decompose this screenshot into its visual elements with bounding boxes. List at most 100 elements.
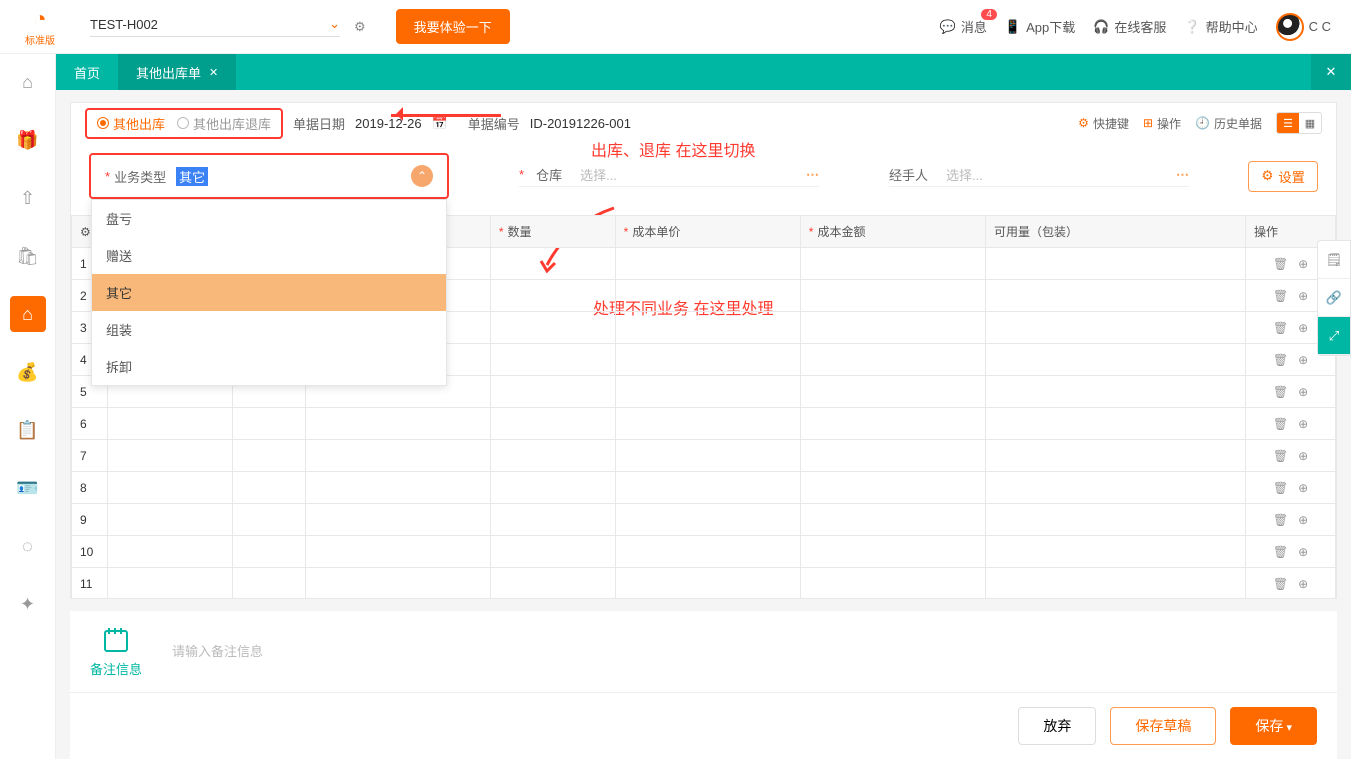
gear-icon[interactable]: ⚙ [354, 19, 366, 35]
footer-actions: 放弃 保存草稿 保存 [70, 692, 1337, 759]
right-rail-expand[interactable]: ⤢ [1318, 317, 1350, 355]
table-row[interactable]: 6🗑⊕ [72, 408, 1336, 440]
warehouse-placeholder: 选择... [580, 165, 798, 184]
warehouse-field[interactable]: * 仓库 选择... ⋯ [519, 165, 819, 187]
help-link[interactable]: ❔ 帮助中心 [1184, 17, 1257, 36]
support-link[interactable]: 🎧 在线客服 [1093, 17, 1166, 36]
delete-icon[interactable]: 🗑 [1273, 481, 1288, 495]
remarks-input[interactable] [172, 644, 1317, 659]
table-row[interactable]: 7🗑⊕ [72, 440, 1336, 472]
radio-dot-icon [177, 117, 189, 129]
notes-icon [101, 625, 131, 655]
hotkey-link[interactable]: ⚙快捷键 [1078, 115, 1129, 132]
save-draft-button[interactable]: 保存草稿 [1110, 707, 1216, 745]
rail-new[interactable]: ✦ [10, 586, 46, 622]
row-index: 8 [72, 472, 108, 504]
delete-icon[interactable]: 🗑 [1273, 289, 1288, 303]
dropdown-item[interactable]: 盘亏 [92, 200, 446, 237]
row-index: 10 [72, 536, 108, 568]
right-rail-link[interactable]: 🔗 [1318, 279, 1350, 317]
dropdown-item[interactable]: 拆卸 [92, 348, 446, 385]
view-list-icon[interactable]: ☰ [1277, 113, 1299, 133]
rail-warehouse[interactable]: ⌂ [10, 296, 46, 332]
add-row-icon[interactable]: ⊕ [1298, 481, 1308, 495]
toolbar-right: ⚙快捷键 ⊞操作 🕘历史单据 ☰ ▦ [1078, 112, 1322, 134]
delete-icon[interactable]: 🗑 [1273, 353, 1288, 367]
tab-close-icon[interactable]: ✕ [209, 66, 218, 79]
handler-field[interactable]: 经手人 选择... ⋯ [889, 165, 1189, 187]
biztype-label: 业务类型 [114, 167, 166, 186]
discard-button[interactable]: 放弃 [1018, 707, 1096, 745]
tenant-select[interactable]: TEST-H002 ⌄ [90, 16, 340, 37]
dropdown-item-selected[interactable]: 其它 [92, 274, 446, 311]
rail-gift[interactable]: 🎁 [10, 122, 46, 158]
add-row-icon[interactable]: ⊕ [1298, 577, 1308, 591]
rail-card[interactable]: 🪪 [10, 470, 46, 506]
add-row-icon[interactable]: ⊕ [1298, 449, 1308, 463]
dropdown-item[interactable]: 组装 [92, 311, 446, 348]
radio-return[interactable]: 其他出库退库 [177, 114, 271, 133]
logo-icon: ◔ [33, 6, 46, 32]
save-button[interactable]: 保存 [1230, 707, 1317, 745]
app-download-link[interactable]: 📱 App下载 [1005, 17, 1075, 36]
biztype-field[interactable]: * 业务类型 其它 ⌃ 盘亏 赠送 其它 组装 拆卸 [89, 153, 449, 199]
th-cost-amount: *成本金额 [800, 216, 985, 248]
biztype-dropdown: 盘亏 赠送 其它 组装 拆卸 [91, 199, 447, 386]
content: 其他出库 其他出库退库 单据日期 2019-12-26 📅 单据编号 ID-20… [56, 90, 1351, 759]
add-row-icon[interactable]: ⊕ [1298, 417, 1308, 431]
tabsbar: 首页 其他出库单 ✕ ✕ [56, 54, 1351, 90]
delete-icon[interactable]: 🗑 [1273, 417, 1288, 431]
table-row[interactable]: 10 🗑 ⊕ [72, 536, 1336, 568]
table-row[interactable]: 8 🗑 ⊕ [72, 472, 1336, 504]
rail-home[interactable]: ⌂ [10, 64, 46, 100]
th-qty: *数量 [490, 216, 615, 248]
table-row[interactable]: 11🗑⊕ [72, 568, 1336, 599]
remarks-label: 备注信息 [90, 659, 142, 678]
tabs-close-all[interactable]: ✕ [1311, 54, 1351, 90]
rail-clipboard[interactable]: 📋 [10, 412, 46, 448]
rail-up[interactable]: ⇧ [10, 180, 46, 216]
view-grid-icon[interactable]: ▦ [1299, 113, 1321, 133]
add-row-icon[interactable]: ⊕ [1298, 321, 1308, 335]
delete-icon[interactable]: 🗑 [1273, 577, 1288, 591]
delete-icon[interactable]: 🗑 [1273, 321, 1288, 335]
rail-money[interactable]: 💰 [10, 354, 46, 390]
view-toggle[interactable]: ☰ ▦ [1276, 112, 1322, 134]
left-rail: ⌂ 🎁 ⇧ 🛍 ⌂ 💰 📋 🪪 ◌ ✦ [0, 54, 56, 759]
chevron-up-icon[interactable]: ⌃ [411, 165, 433, 187]
form-toolbar: 其他出库 其他出库退库 单据日期 2019-12-26 📅 单据编号 ID-20… [71, 103, 1336, 143]
add-row-icon[interactable]: ⊕ [1298, 353, 1308, 367]
delete-icon[interactable]: 🗑 [1273, 513, 1288, 527]
ops-link[interactable]: ⊞操作 [1143, 115, 1181, 132]
delete-icon[interactable]: 🗑 [1273, 449, 1288, 463]
handler-placeholder: 选择... [946, 165, 1168, 184]
annotation-arrow-1 [391, 102, 501, 129]
right-rail-doc[interactable]: 🗒 [1318, 241, 1350, 279]
add-row-icon[interactable]: ⊕ [1298, 289, 1308, 303]
tab-active[interactable]: 其他出库单 ✕ [118, 54, 236, 90]
more-icon[interactable]: ⋯ [806, 167, 819, 183]
warehouse-label: 仓库 [536, 165, 562, 184]
table-row[interactable]: 9🗑⊕ [72, 504, 1336, 536]
add-row-icon[interactable]: ⊕ [1298, 257, 1308, 271]
delete-icon[interactable]: 🗑 [1273, 385, 1288, 399]
cta-button[interactable]: 我要体验一下 [396, 9, 510, 44]
user-menu[interactable]: C C [1276, 13, 1331, 41]
hotkey-icon: ⚙ [1078, 116, 1089, 130]
history-link[interactable]: 🕘历史单据 [1195, 115, 1262, 132]
delete-icon[interactable]: 🗑 [1273, 257, 1288, 271]
rail-cart[interactable]: 🛍 [10, 238, 46, 274]
tab-home[interactable]: 首页 [56, 54, 118, 90]
add-row-icon[interactable]: ⊕ [1298, 385, 1308, 399]
radio-out[interactable]: 其他出库 [97, 114, 165, 133]
more-icon[interactable]: ⋯ [1176, 167, 1189, 183]
messages-badge: 4 [981, 9, 997, 20]
add-row-icon[interactable]: ⊕ [1298, 513, 1308, 527]
add-row-icon[interactable]: ⊕ [1298, 545, 1308, 559]
out-type-radio-group: 其他出库 其他出库退库 [85, 108, 283, 139]
delete-icon[interactable]: 🗑 [1273, 545, 1288, 559]
dropdown-item[interactable]: 赠送 [92, 237, 446, 274]
settings-button[interactable]: ⚙ 设置 [1248, 161, 1318, 192]
rail-sync[interactable]: ◌ [10, 528, 46, 564]
messages-link[interactable]: 💬 消息 4 [940, 17, 987, 36]
